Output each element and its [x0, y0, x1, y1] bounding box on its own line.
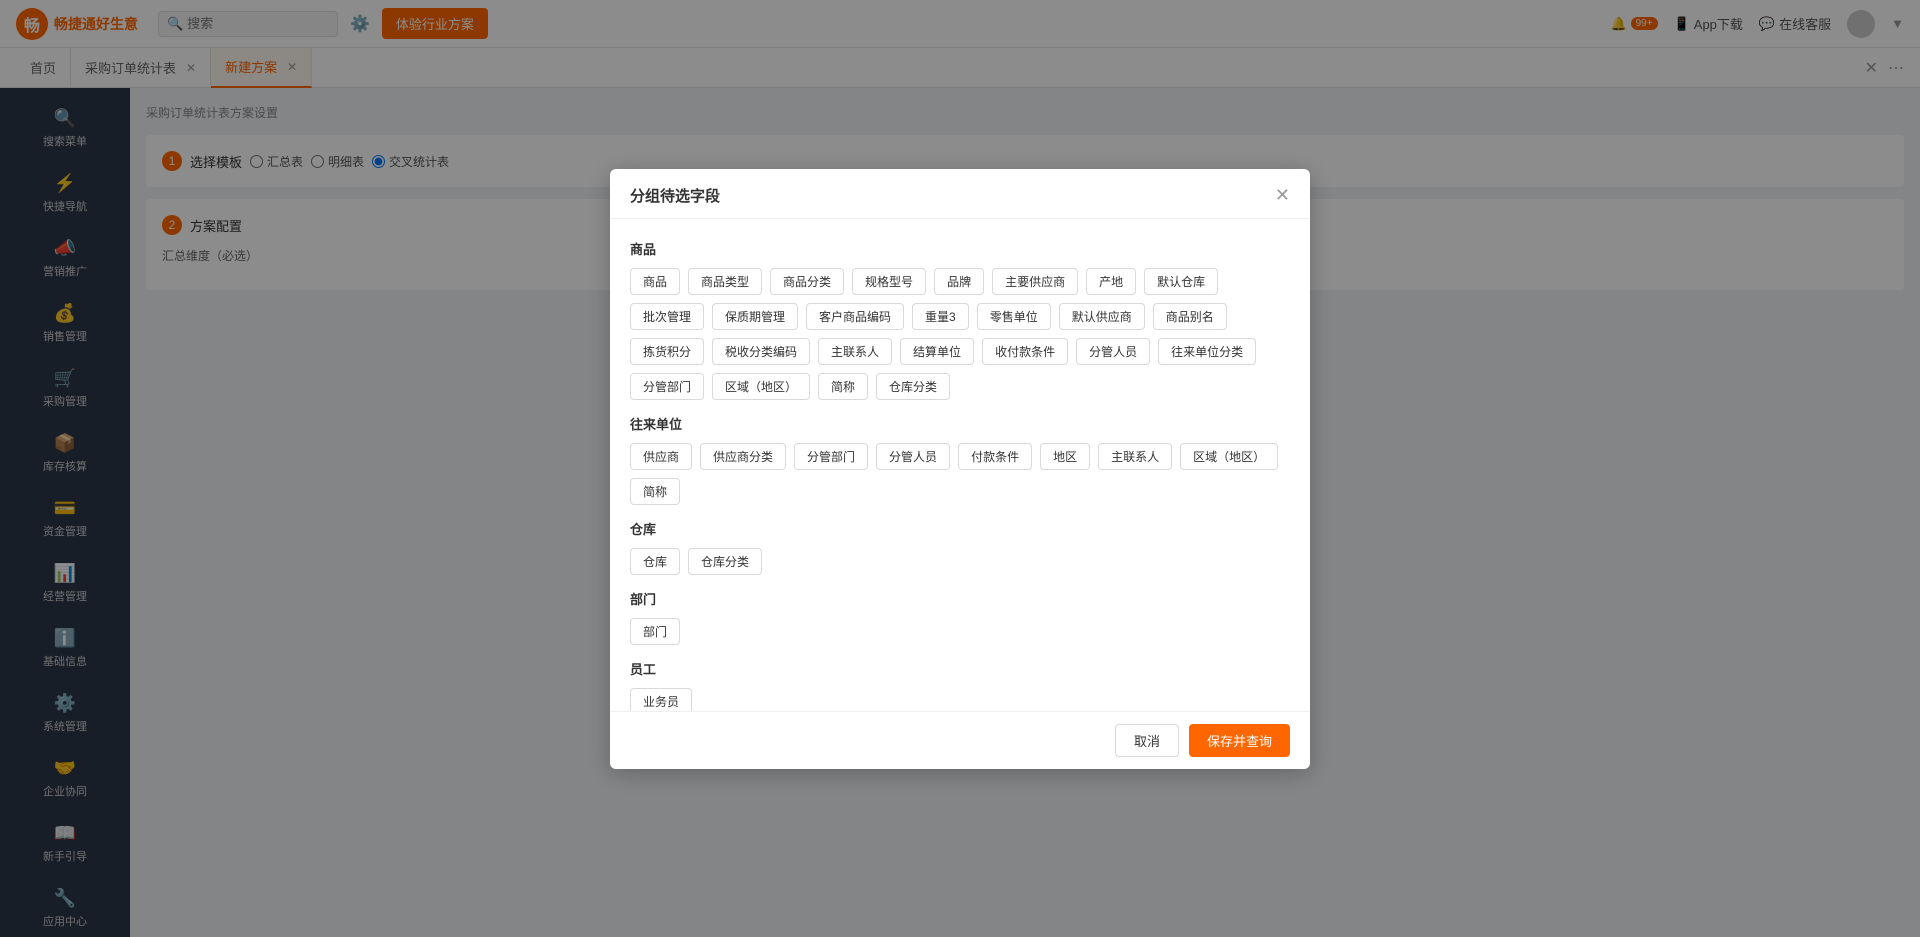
tag-0-16[interactable]: 税收分类编码	[712, 338, 810, 365]
tag-group-3: 部门	[630, 618, 1290, 645]
tag-2-0[interactable]: 仓库	[630, 548, 680, 575]
tag-0-2[interactable]: 商品分类	[770, 268, 844, 295]
tag-0-17[interactable]: 主联系人	[818, 338, 892, 365]
tag-0-22[interactable]: 分管部门	[630, 373, 704, 400]
tag-0-25[interactable]: 仓库分类	[876, 373, 950, 400]
tag-0-14[interactable]: 商品别名	[1153, 303, 1227, 330]
tag-0-4[interactable]: 品牌	[934, 268, 984, 295]
tag-0-1[interactable]: 商品类型	[688, 268, 762, 295]
dialog: 分组待选字段 ✕ 商品商品商品类型商品分类规格型号品牌主要供应商产地默认仓库批次…	[610, 169, 1310, 769]
dialog-header: 分组待选字段 ✕	[610, 169, 1310, 219]
tag-3-0[interactable]: 部门	[630, 618, 680, 645]
tag-group-1: 供应商供应商分类分管部门分管人员付款条件地区主联系人区域（地区） 简称	[630, 443, 1290, 505]
tag-group-0: 商品商品类型商品分类规格型号品牌主要供应商产地默认仓库批次管理保质期管理客户商品…	[630, 268, 1290, 400]
tag-0-10[interactable]: 客户商品编码	[806, 303, 904, 330]
tag-0-24[interactable]: 简称	[818, 373, 868, 400]
tag-0-7[interactable]: 默认仓库	[1144, 268, 1218, 295]
tag-0-8[interactable]: 批次管理	[630, 303, 704, 330]
tag-1-4[interactable]: 付款条件	[958, 443, 1032, 470]
tag-0-5[interactable]: 主要供应商	[992, 268, 1078, 295]
tag-0-3[interactable]: 规格型号	[852, 268, 926, 295]
tag-0-11[interactable]: 重量3	[912, 303, 969, 330]
tag-0-13[interactable]: 默认供应商	[1059, 303, 1145, 330]
section-title-2: 仓库	[630, 519, 1290, 538]
tag-1-3[interactable]: 分管人员	[876, 443, 950, 470]
tag-group-4: 业务员	[630, 688, 1290, 711]
tag-group-2: 仓库仓库分类	[630, 548, 1290, 575]
tag-1-7[interactable]: 区域（地区）	[1180, 443, 1278, 470]
tag-0-15[interactable]: 拣货积分	[630, 338, 704, 365]
tag-4-0[interactable]: 业务员	[630, 688, 692, 711]
tag-0-6[interactable]: 产地	[1086, 268, 1136, 295]
dialog-body: 商品商品商品类型商品分类规格型号品牌主要供应商产地默认仓库批次管理保质期管理客户…	[610, 219, 1310, 711]
tag-1-6[interactable]: 主联系人	[1098, 443, 1172, 470]
section-title-1: 往来单位	[630, 414, 1290, 433]
tag-1-1[interactable]: 供应商分类	[700, 443, 786, 470]
section-title-3: 部门	[630, 589, 1290, 608]
tag-1-5[interactable]: 地区	[1040, 443, 1090, 470]
tag-1-8[interactable]: 简称	[630, 478, 680, 505]
confirm-button[interactable]: 保存并查询	[1189, 724, 1290, 757]
tag-0-23[interactable]: 区域（地区）	[712, 373, 810, 400]
tag-2-1[interactable]: 仓库分类	[688, 548, 762, 575]
tag-0-0[interactable]: 商品	[630, 268, 680, 295]
tag-0-12[interactable]: 零售单位	[977, 303, 1051, 330]
tag-1-0[interactable]: 供应商	[630, 443, 692, 470]
cancel-button[interactable]: 取消	[1115, 724, 1179, 757]
tag-0-21[interactable]: 往来单位分类	[1158, 338, 1256, 365]
section-title-0: 商品	[630, 239, 1290, 258]
tag-0-18[interactable]: 结算单位	[900, 338, 974, 365]
section-title-4: 员工	[630, 659, 1290, 678]
tag-0-19[interactable]: 收付款条件	[982, 338, 1068, 365]
dialog-footer: 取消 保存并查询	[610, 711, 1310, 769]
dialog-close-icon[interactable]: ✕	[1275, 186, 1290, 204]
tag-0-9[interactable]: 保质期管理	[712, 303, 798, 330]
tag-1-2[interactable]: 分管部门	[794, 443, 868, 470]
tag-0-20[interactable]: 分管人员	[1076, 338, 1150, 365]
dialog-title: 分组待选字段	[630, 185, 720, 206]
